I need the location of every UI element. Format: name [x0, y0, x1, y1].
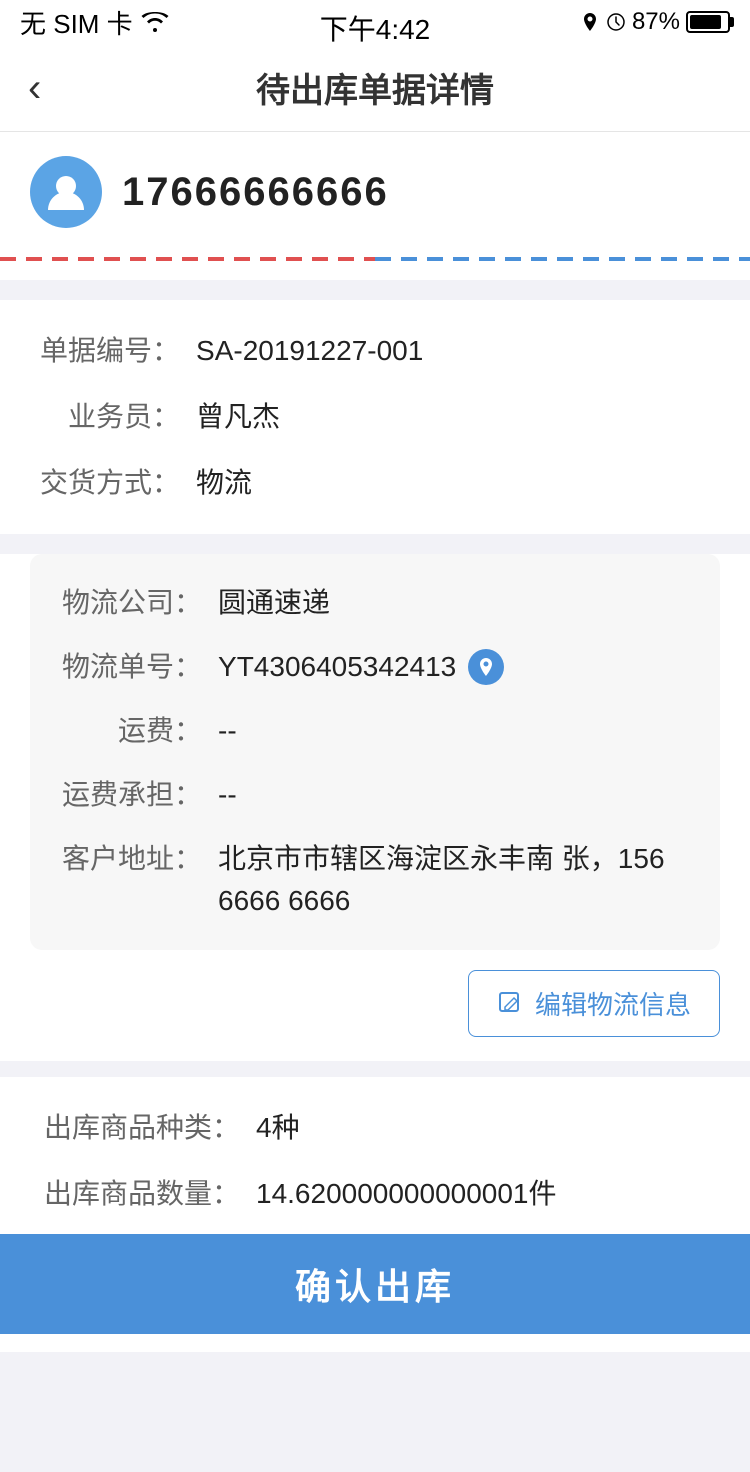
edit-logistics-button[interactable]: 编辑物流信息 [468, 970, 720, 1037]
freight-bearer-label: 运费承担： [62, 774, 202, 816]
status-right-area: 87% [580, 8, 730, 36]
logistics-company-label: 物流公司： [62, 582, 202, 624]
tracking-location-icon[interactable] [468, 649, 504, 685]
document-row: 单据编号： SA-20191227-001 [40, 330, 710, 372]
document-label: 单据编号： [40, 330, 180, 372]
salesman-label: 业务员： [40, 396, 180, 438]
address-label: 客户地址： [62, 838, 202, 880]
status-carrier: 无 SIM 卡 [20, 4, 169, 41]
goods-type-row: 出库商品种类： 4种 [40, 1107, 710, 1149]
user-avatar [30, 156, 102, 228]
goods-section: 出库商品种类： 4种 出库商品数量： 14.620000000000001件 [0, 1077, 750, 1245]
user-phone: 17666666666 [122, 170, 389, 215]
basic-info-section: 单据编号： SA-20191227-001 业务员： 曾凡杰 交货方式： 物流 [0, 300, 750, 534]
status-bar: 无 SIM 卡 下午4:42 87% [0, 0, 750, 44]
delivery-value: 物流 [196, 462, 710, 504]
edit-logistics-area: 编辑物流信息 [0, 970, 750, 1061]
tracking-number: YT4306405342413 [218, 646, 456, 688]
address-value: 北京市市辖区海淀区永丰南 张，156 6666 6666 [218, 838, 688, 922]
bottom-spacer [0, 1352, 750, 1472]
freight-label: 运费： [62, 710, 202, 752]
edit-btn-label: 编辑物流信息 [535, 985, 691, 1022]
logistics-company-value: 圆通速递 [218, 582, 688, 624]
section-divider [0, 1061, 750, 1077]
logistics-tracking-value: YT4306405342413 [218, 646, 688, 688]
nav-title: 待出库单据详情 [256, 63, 494, 112]
nav-bar: ‹ 待出库单据详情 [0, 44, 750, 132]
user-section: 17666666666 [0, 132, 750, 252]
status-time: 下午4:42 [320, 8, 431, 48]
carrier-text: 无 SIM 卡 [20, 4, 133, 41]
goods-type-label: 出库商品种类： [40, 1107, 240, 1149]
document-value: SA-20191227-001 [196, 330, 710, 372]
address-row: 客户地址： 北京市市辖区海淀区永丰南 张，156 6666 6666 [62, 838, 688, 922]
avatar-icon [42, 168, 90, 216]
logistics-tracking-row: 物流单号： YT4306405342413 [62, 646, 688, 688]
clock-icon [606, 12, 626, 32]
freight-value: -- [218, 710, 688, 752]
goods-type-value: 4种 [256, 1107, 710, 1149]
freight-bearer-value: -- [218, 774, 688, 816]
freight-bearer-row: 运费承担： -- [62, 774, 688, 816]
goods-qty-row: 出库商品数量： 14.620000000000001件 [40, 1173, 710, 1215]
edit-icon [497, 990, 525, 1018]
back-button[interactable]: ‹ [28, 68, 41, 108]
goods-qty-value: 14.620000000000001件 [256, 1173, 710, 1215]
delivery-label: 交货方式： [40, 462, 180, 504]
location-status-icon [580, 12, 600, 32]
salesman-row: 业务员： 曾凡杰 [40, 396, 710, 438]
logistics-company-row: 物流公司： 圆通速递 [62, 582, 688, 624]
dashed-divider [0, 253, 750, 265]
battery-icon [686, 11, 730, 33]
goods-qty-label: 出库商品数量： [40, 1173, 240, 1215]
logistics-box: 物流公司： 圆通速递 物流单号： YT4306405342413 运费： -- … [30, 554, 720, 950]
confirm-button[interactable]: 确认出库 [0, 1234, 750, 1334]
delivery-row: 交货方式： 物流 [40, 462, 710, 504]
battery-text: 87% [632, 8, 680, 36]
salesman-value: 曾凡杰 [196, 396, 710, 438]
freight-row: 运费： -- [62, 710, 688, 752]
wifi-icon [141, 12, 169, 32]
dashed-divider-container [0, 252, 750, 280]
bottom-area: 确认出库 [0, 1234, 750, 1334]
logistics-tracking-label: 物流单号： [62, 646, 202, 688]
logistics-container: 物流公司： 圆通速递 物流单号： YT4306405342413 运费： -- … [0, 554, 750, 1061]
